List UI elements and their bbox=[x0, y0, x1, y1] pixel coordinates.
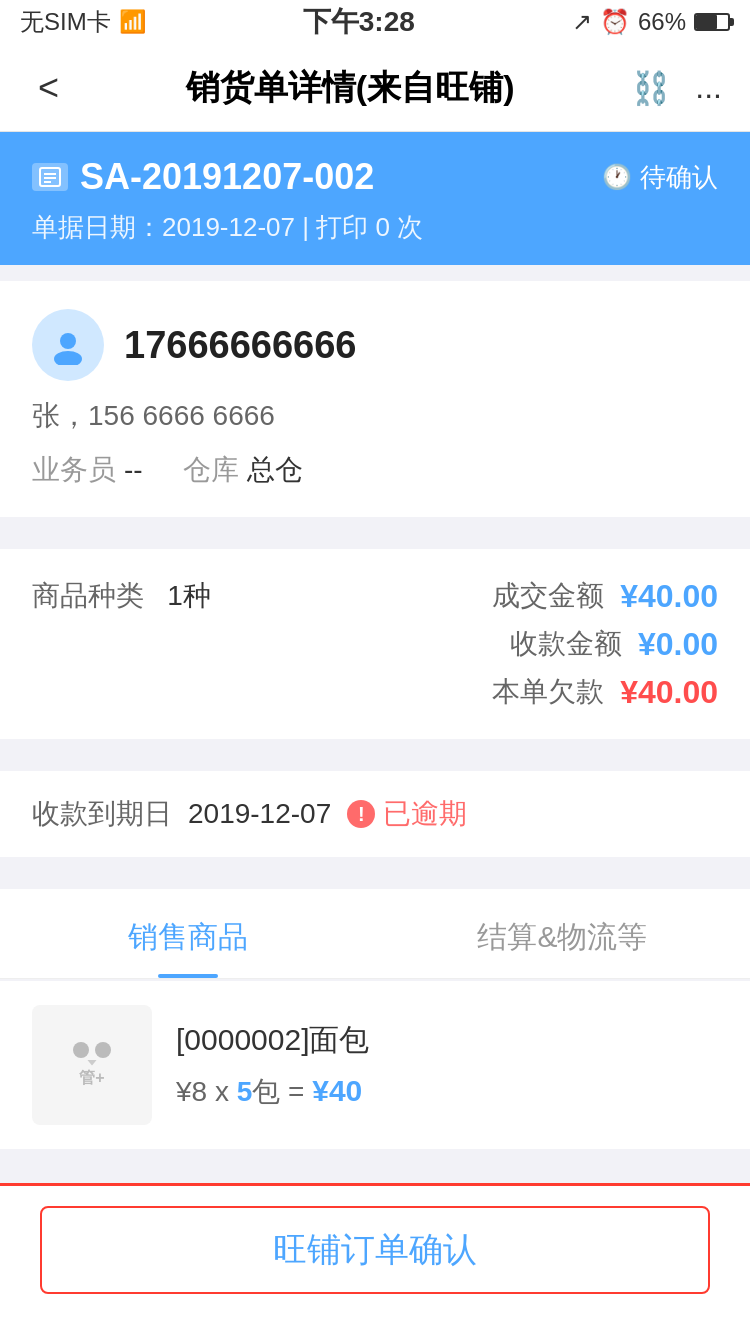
customer-name: 张，156 6666 6666 bbox=[32, 397, 718, 435]
type-label-text: 商品种类 bbox=[32, 580, 144, 611]
sales-label: 业务员 bbox=[32, 451, 116, 489]
order-status: 🕐 待确认 bbox=[602, 160, 718, 195]
deal-amount-value: ¥40.00 bbox=[620, 578, 718, 615]
warehouse-meta: 仓库 总仓 bbox=[183, 451, 303, 489]
battery-icon bbox=[694, 13, 730, 31]
customer-phone: 17666666666 bbox=[124, 324, 356, 367]
separator-2 bbox=[0, 739, 750, 755]
status-left: 无SIM卡 📶 bbox=[20, 6, 146, 38]
product-image: 管+ bbox=[32, 1005, 152, 1125]
nav-bar: < 销货单详情(来自旺铺) ⛓️ ... bbox=[0, 44, 750, 132]
type-value: 1种 bbox=[167, 580, 211, 611]
owed-amount-label: 本单欠款 bbox=[492, 673, 604, 711]
svg-point-4 bbox=[60, 333, 76, 349]
tab-settlement[interactable]: 结算&物流等 bbox=[375, 889, 750, 978]
customer-card: 17666666666 张，156 6666 6666 业务员 -- 仓库 总仓 bbox=[0, 281, 750, 517]
order-banner-top: SA-20191207-002 🕐 待确认 bbox=[32, 156, 718, 198]
sales-meta: 业务员 -- bbox=[32, 451, 143, 489]
product-info: [0000002]面包 ¥8 x 5包 = ¥40 bbox=[176, 1020, 718, 1111]
separator-3 bbox=[0, 857, 750, 873]
owed-amount-row: 本单欠款 ¥40.00 bbox=[492, 673, 718, 711]
received-amount-value: ¥0.00 bbox=[638, 626, 718, 663]
product-price: ¥8 x 5包 = ¥40 bbox=[176, 1073, 718, 1111]
overdue-badge: ! 已逾期 bbox=[347, 795, 467, 833]
wifi-icon: 📶 bbox=[119, 9, 146, 35]
product-name: [0000002]面包 bbox=[176, 1020, 718, 1061]
summary-right: 成交金额 ¥40.00 收款金额 ¥0.00 本单欠款 ¥40.00 bbox=[492, 577, 718, 711]
order-meta: 单据日期：2019-12-07 | 打印 0 次 bbox=[32, 210, 718, 245]
due-date-value: 2019-12-07 bbox=[188, 798, 331, 830]
tab-sales-goods-label: 销售商品 bbox=[128, 920, 248, 953]
status-text: 待确认 bbox=[640, 160, 718, 195]
product-image-inner: 管+ bbox=[32, 1005, 152, 1125]
summary-card: 商品种类 1种 成交金额 ¥40.00 收款金额 ¥0.00 本单欠款 ¥40.… bbox=[0, 549, 750, 739]
svg-point-5 bbox=[54, 351, 82, 365]
owl-text: 管+ bbox=[79, 1068, 104, 1089]
owl-eye-right bbox=[95, 1042, 111, 1058]
deal-amount-row: 成交金额 ¥40.00 bbox=[492, 577, 718, 615]
navigation-icon: ↗ bbox=[572, 8, 592, 36]
summary-left: 商品种类 1种 bbox=[32, 577, 211, 615]
back-button[interactable]: < bbox=[28, 57, 69, 119]
warehouse-label: 仓库 bbox=[183, 451, 239, 489]
more-icon[interactable]: ... bbox=[695, 69, 722, 106]
status-time: 下午3:28 bbox=[303, 3, 415, 41]
product-code: [0000002] bbox=[176, 1023, 309, 1056]
brand-logo: 管+ bbox=[73, 1042, 111, 1089]
page-title: 销货单详情(来自旺铺) bbox=[186, 65, 515, 111]
order-id: SA-20191207-002 bbox=[32, 156, 374, 198]
order-number: SA-20191207-002 bbox=[80, 156, 374, 198]
price-unit: 包 bbox=[252, 1076, 280, 1107]
sales-value: -- bbox=[124, 454, 143, 486]
owl-eyes bbox=[73, 1042, 111, 1058]
customer-top: 17666666666 bbox=[32, 309, 718, 381]
customer-avatar bbox=[32, 309, 104, 381]
warehouse-value: 总仓 bbox=[247, 451, 303, 489]
separator-1 bbox=[0, 517, 750, 533]
owed-amount-value: ¥40.00 bbox=[620, 674, 718, 711]
price-equals: = bbox=[280, 1076, 312, 1107]
owl-eye-left bbox=[73, 1042, 89, 1058]
order-banner: SA-20191207-002 🕐 待确认 单据日期：2019-12-07 | … bbox=[0, 132, 750, 265]
battery-fill bbox=[696, 15, 717, 29]
share-icon[interactable]: ⛓️ bbox=[631, 69, 671, 107]
overdue-dot-icon: ! bbox=[347, 800, 375, 828]
order-doc-icon bbox=[32, 163, 68, 191]
status-bar: 无SIM卡 📶 下午3:28 ↗ ⏰ 66% bbox=[0, 0, 750, 44]
type-label: 商品种类 1种 bbox=[32, 577, 211, 615]
tab-settlement-label: 结算&物流等 bbox=[477, 920, 647, 953]
nav-actions: ⛓️ ... bbox=[631, 69, 722, 107]
tab-bar: 销售商品 结算&物流等 bbox=[0, 889, 750, 979]
deal-amount-label: 成交金额 bbox=[492, 577, 604, 615]
product-title: 面包 bbox=[309, 1023, 369, 1056]
battery-percent: 66% bbox=[638, 8, 686, 36]
due-date-card: 收款到期日 2019-12-07 ! 已逾期 bbox=[0, 771, 750, 857]
owl-beak bbox=[87, 1060, 97, 1066]
status-right: ↗ ⏰ 66% bbox=[572, 8, 730, 36]
received-amount-label: 收款金额 bbox=[510, 625, 622, 663]
product-card: 管+ [0000002]面包 ¥8 x 5包 = ¥40 bbox=[0, 981, 750, 1149]
bottom-bar: 旺铺订单确认 bbox=[0, 1183, 750, 1334]
price-total: ¥40 bbox=[312, 1074, 362, 1107]
received-amount-row: 收款金额 ¥0.00 bbox=[510, 625, 718, 663]
due-label: 收款到期日 bbox=[32, 795, 172, 833]
carrier-label: 无SIM卡 bbox=[20, 6, 111, 38]
price-base: ¥8 x bbox=[176, 1076, 237, 1107]
clock-icon: 🕐 bbox=[602, 163, 632, 191]
tab-sales-goods[interactable]: 销售商品 bbox=[0, 889, 375, 978]
alarm-icon: ⏰ bbox=[600, 8, 630, 36]
confirm-order-button[interactable]: 旺铺订单确认 bbox=[40, 1206, 710, 1294]
customer-meta: 业务员 -- 仓库 总仓 bbox=[32, 451, 718, 489]
price-qty: 5 bbox=[237, 1076, 253, 1107]
overdue-text: 已逾期 bbox=[383, 795, 467, 833]
